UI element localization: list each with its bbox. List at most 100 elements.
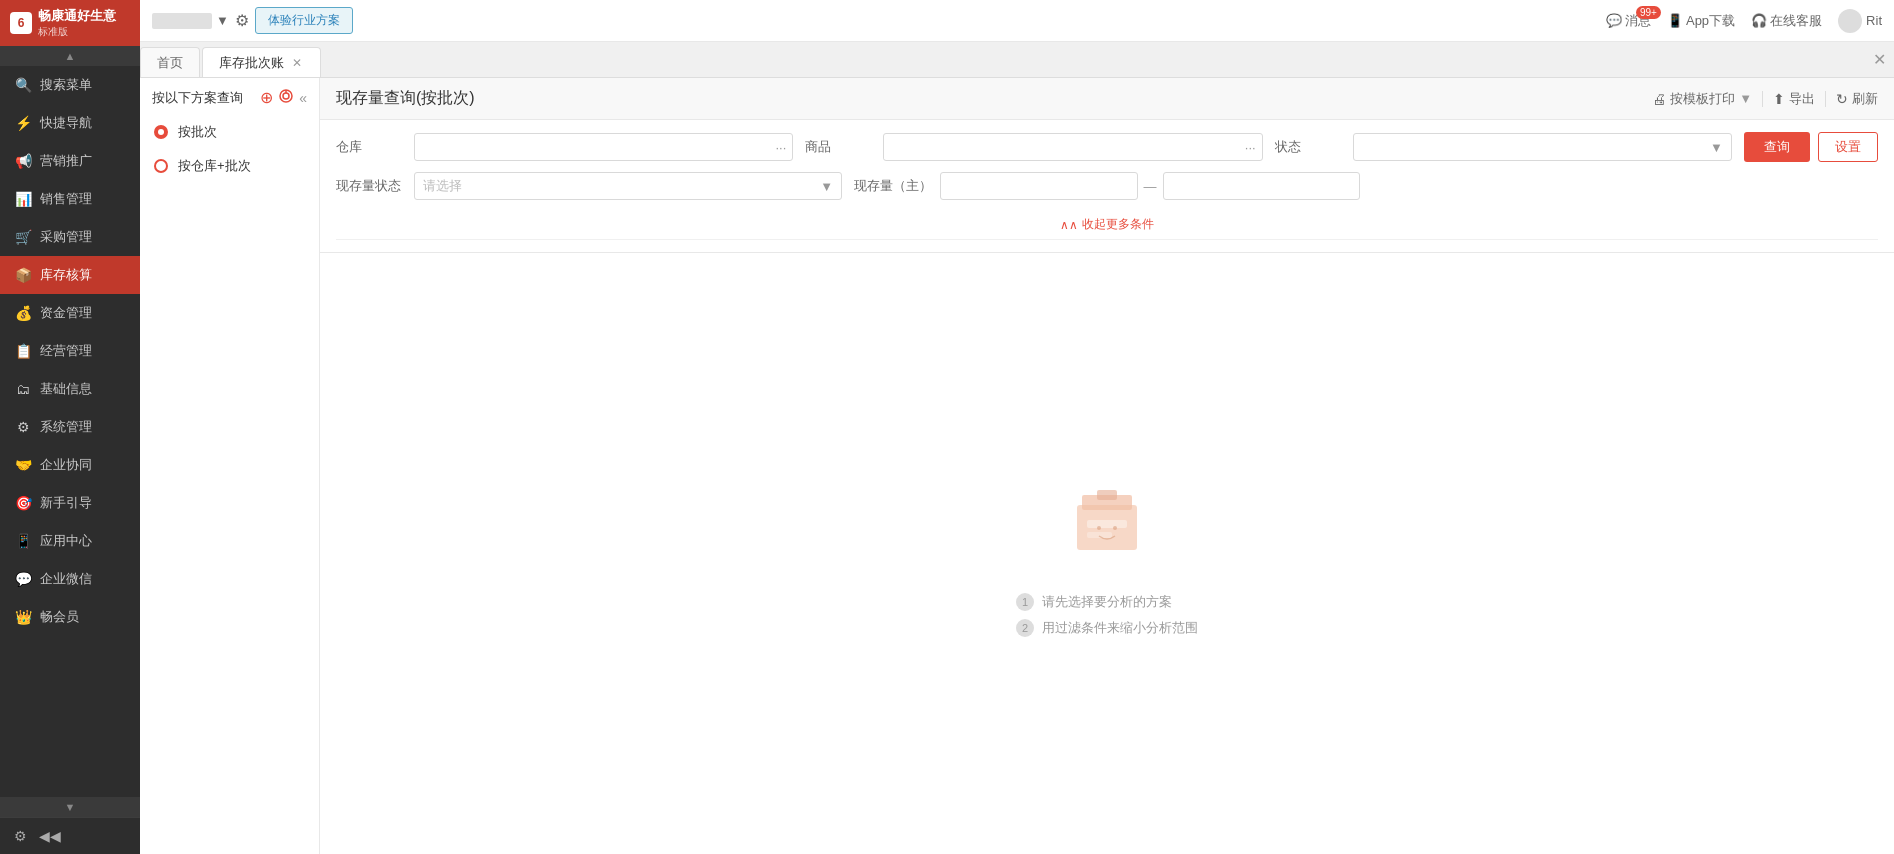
- topbar-left: ▼ ⚙ 体验行业方案: [152, 7, 1596, 34]
- query-form: 仓库 ··· 商品 ··· 状态: [320, 120, 1894, 253]
- inventory-qty-max[interactable]: [1163, 172, 1361, 200]
- sidebar-scroll-up[interactable]: ▲: [0, 46, 140, 66]
- sidebar-item-marketing[interactable]: 📢 营销推广: [0, 142, 140, 180]
- tab-inventory-batch[interactable]: 库存批次账 ✕: [202, 47, 321, 77]
- headset-icon: 🎧: [1751, 13, 1767, 28]
- sidebar-item-label: 销售管理: [40, 190, 92, 208]
- membership-icon: 👑: [14, 608, 32, 626]
- sidebar-item-quick-nav[interactable]: ⚡ 快捷导航: [0, 104, 140, 142]
- warehouse-more-icon[interactable]: ···: [769, 140, 792, 155]
- sidebar-item-finance[interactable]: 💰 资金管理: [0, 294, 140, 332]
- step-2-text: 用过滤条件来缩小分析范围: [1042, 619, 1198, 637]
- filter-item-by-warehouse-batch[interactable]: 按仓库+批次: [140, 149, 319, 183]
- filter-item-by-batch[interactable]: 按批次: [140, 115, 319, 149]
- tab-home[interactable]: 首页: [140, 47, 200, 77]
- print-btn[interactable]: 🖨 按模板打印 ▼: [1652, 90, 1752, 108]
- app-title: 畅康通好生意 标准版: [38, 8, 116, 38]
- inventory-qty-field: 现存量（主） —: [854, 172, 1360, 200]
- warehouse-input-container[interactable]: ···: [414, 133, 793, 161]
- refresh-label: 刷新: [1852, 90, 1878, 108]
- message-icon: 💬: [1606, 13, 1622, 28]
- operations-icon: 📋: [14, 342, 32, 360]
- sidebar-item-newbie[interactable]: 🎯 新手引导: [0, 484, 140, 522]
- sidebar-item-inventory[interactable]: 📦 库存核算: [0, 256, 140, 294]
- export-btn[interactable]: ⬆ 导出: [1773, 90, 1815, 108]
- chevron-up-icon: ∧∧: [1060, 218, 1078, 232]
- sidebar-item-label: 系统管理: [40, 418, 92, 436]
- status-select-arrow: ▼: [1710, 140, 1723, 155]
- sidebar-item-operations[interactable]: 📋 经营管理: [0, 332, 140, 370]
- svg-rect-5: [1097, 490, 1117, 500]
- inventory-status-label: 现存量状态: [336, 177, 406, 195]
- sidebar-item-membership[interactable]: 👑 畅会员: [0, 598, 140, 636]
- sidebar-item-label: 经营管理: [40, 342, 92, 360]
- filter-add-btn[interactable]: ⊕: [260, 88, 273, 107]
- print-dropdown-icon[interactable]: ▼: [1739, 91, 1752, 106]
- tab-label: 首页: [157, 54, 183, 72]
- sidebar-nav: 🔍 搜索菜单 ⚡ 快捷导航 📢 营销推广 📊 销售管理 🛒 采购管理 📦 库存核…: [0, 66, 140, 797]
- empty-illustration: [1057, 470, 1157, 573]
- sidebar-item-label: 采购管理: [40, 228, 92, 246]
- warehouse-field: 仓库 ···: [336, 133, 793, 161]
- product-more-icon[interactable]: ···: [1239, 140, 1262, 155]
- filter-item-label: 按仓库+批次: [178, 157, 251, 175]
- export-label: 导出: [1789, 90, 1815, 108]
- marketing-icon: 📢: [14, 152, 32, 170]
- online-service-btn[interactable]: 🎧 在线客服: [1751, 12, 1822, 30]
- filter-collapse-icon[interactable]: «: [299, 90, 307, 106]
- inventory-status-select[interactable]: 请选择 ▼: [414, 172, 842, 200]
- inventory-status-arrow: ▼: [820, 179, 833, 194]
- sidebar-item-label: 企业协同: [40, 456, 92, 474]
- product-field: 商品 ···: [805, 133, 1262, 161]
- query-btn[interactable]: 查询: [1744, 132, 1810, 162]
- product-input-container[interactable]: ···: [883, 133, 1262, 161]
- svg-rect-6: [1087, 520, 1127, 528]
- inventory-qty-min[interactable]: [940, 172, 1138, 200]
- inventory-status-placeholder: 请选择: [423, 177, 462, 195]
- sidebar-item-enterprise[interactable]: 🤝 企业协同: [0, 446, 140, 484]
- page-header: 现存量查询(按批次) 🖨 按模板打印 ▼ ⬆ 导出 ↻ 刷: [320, 78, 1894, 120]
- filter-item-label: 按批次: [178, 123, 217, 141]
- status-select[interactable]: ▼: [1353, 133, 1732, 161]
- tab-close-btn[interactable]: ✕: [290, 56, 304, 70]
- header-divider-1: [1762, 91, 1763, 107]
- step-num-1: 1: [1016, 593, 1034, 611]
- filter-header-actions: ⊕ «: [260, 88, 307, 107]
- enterprise-icon: 🤝: [14, 456, 32, 474]
- warehouse-input[interactable]: [415, 136, 769, 159]
- sidebar-item-label: 库存核算: [40, 266, 92, 284]
- collapse-sidebar-btn[interactable]: ◀◀: [39, 828, 61, 844]
- collapse-bar[interactable]: ∧∧ 收起更多条件: [336, 210, 1878, 240]
- sidebar-item-wechat[interactable]: 💬 企业微信: [0, 560, 140, 598]
- sidebar-header: 6 畅康通好生意 标准版: [0, 0, 140, 46]
- warehouse-label: 仓库: [336, 138, 406, 156]
- filter-settings-btn[interactable]: [279, 89, 293, 106]
- sidebar-item-search[interactable]: 🔍 搜索菜单: [0, 66, 140, 104]
- tab-label: 库存批次账: [219, 54, 284, 72]
- main-area: ▼ ⚙ 体验行业方案 💬 消息 99+ 📱 App下载 🎧 在线客服 Rit: [140, 0, 1894, 854]
- sidebar-scroll-down[interactable]: ▼: [0, 797, 140, 817]
- app-logo: 6: [10, 12, 32, 34]
- topbar-dropdown[interactable]: ▼: [152, 13, 229, 29]
- refresh-btn[interactable]: ↻ 刷新: [1836, 90, 1878, 108]
- sidebar-item-basic-info[interactable]: 🗂 基础信息: [0, 370, 140, 408]
- sidebar-item-system[interactable]: ⚙ 系统管理: [0, 408, 140, 446]
- user-profile-btn[interactable]: Rit: [1838, 9, 1882, 33]
- product-input[interactable]: [884, 136, 1238, 159]
- messages-btn[interactable]: 💬 消息 99+: [1606, 12, 1651, 30]
- settings-btn[interactable]: 设置: [1818, 132, 1878, 162]
- content-area: 按以下方案查询 ⊕ «: [140, 78, 1894, 854]
- sidebar-item-sales[interactable]: 📊 销售管理: [0, 180, 140, 218]
- print-icon: 🖨: [1652, 91, 1666, 107]
- app-download-btn[interactable]: 📱 App下载: [1667, 12, 1735, 30]
- app-download-label: App下载: [1686, 12, 1735, 30]
- inventory-status-field: 现存量状态 请选择 ▼: [336, 172, 842, 200]
- svg-point-9: [1113, 526, 1117, 530]
- trial-btn[interactable]: 体验行业方案: [255, 7, 353, 34]
- sidebar-item-purchase[interactable]: 🛒 采购管理: [0, 218, 140, 256]
- close-panel-btn[interactable]: ✕: [1865, 50, 1894, 69]
- sidebar-item-app-center[interactable]: 📱 应用中心: [0, 522, 140, 560]
- settings-footer-btn[interactable]: ⚙: [14, 828, 27, 844]
- sidebar: 6 畅康通好生意 标准版 ▲ 🔍 搜索菜单 ⚡ 快捷导航 📢 营销推广 📊 销售…: [0, 0, 140, 854]
- gear-icon[interactable]: ⚙: [235, 11, 249, 30]
